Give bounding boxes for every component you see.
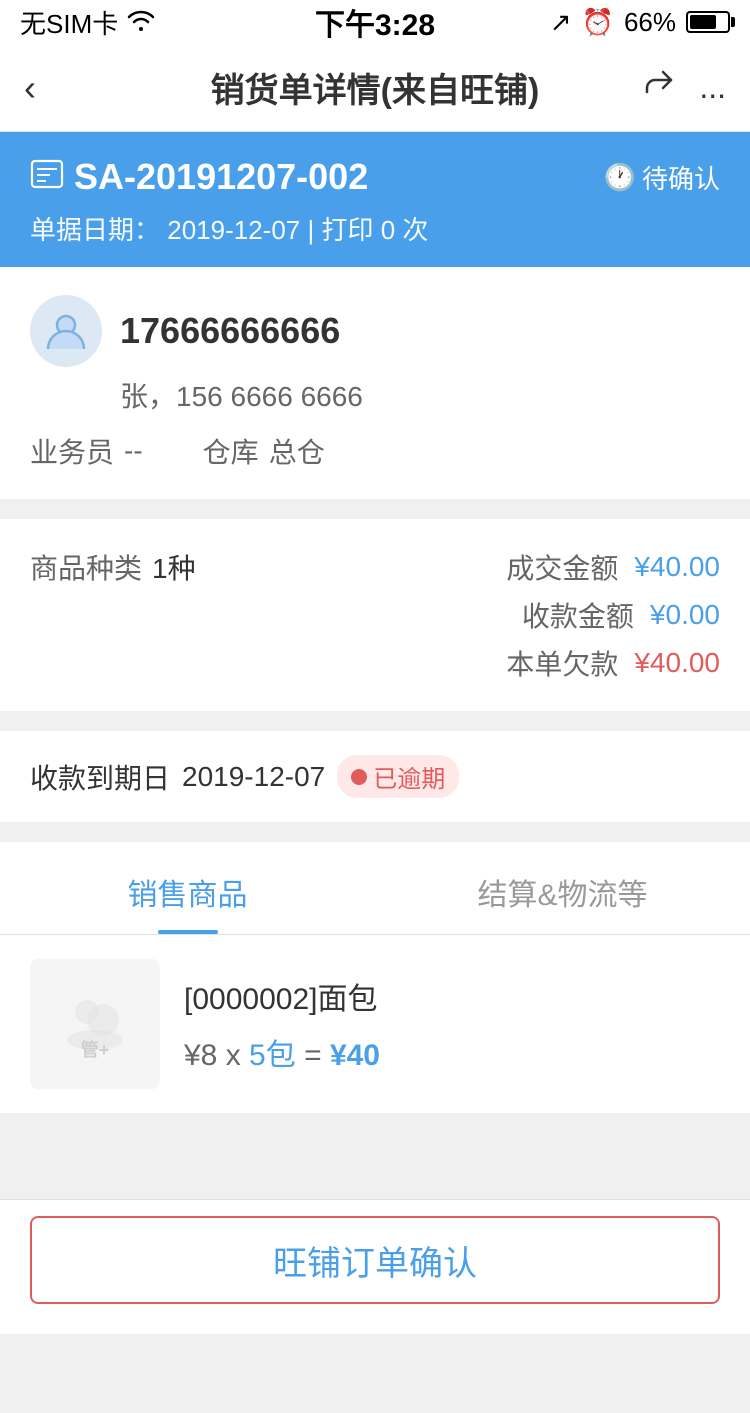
product-type-value: 1种 (152, 547, 196, 587)
battery-percent: 66% (624, 7, 676, 38)
received-amount-row: 收款金额 ¥0.00 (522, 595, 720, 635)
location-icon: ↗ (550, 7, 572, 38)
header-top: SA-20191207-002 🕐 待确认 (30, 156, 720, 198)
product-name: [0000002]面包 (184, 974, 720, 1018)
received-label: 收款金额 (522, 595, 634, 635)
divider-1 (0, 509, 750, 519)
deal-amount-label: 成交金额 (506, 547, 618, 587)
divider-3 (0, 832, 750, 842)
order-id: SA-20191207-002 (30, 156, 368, 198)
svg-text:管+: 管+ (81, 1039, 110, 1060)
header-meta: 单据日期： 2019-12-07 | 打印 0 次 (30, 210, 720, 247)
customer-phone: 17666666666 (120, 310, 340, 352)
divider-2 (0, 721, 750, 731)
summary-right: 成交金额 ¥40.00 收款金额 ¥0.00 本单欠款 ¥40.00 (506, 547, 720, 683)
overdue-dot-icon (351, 769, 367, 785)
warehouse-value: 总仓 (269, 431, 325, 471)
alarm-icon: ⏰ (582, 7, 614, 38)
share-button[interactable] (641, 67, 675, 109)
wifi-icon (126, 7, 156, 38)
bottom-bar: 旺铺订单确认 (0, 1199, 750, 1334)
warehouse-label: 仓库 (203, 431, 259, 471)
status-left: 无SIM卡 (20, 4, 156, 41)
clock-icon: 🕐 (604, 162, 636, 193)
sales-person: 业务员 -- (30, 431, 143, 471)
tab-settlement-logistics[interactable]: 结算&物流等 (375, 842, 750, 934)
customer-name: 张，156 6666 6666 (30, 375, 720, 415)
customer-row: 17666666666 (30, 295, 720, 367)
owed-amount-value: ¥40.00 (634, 647, 720, 679)
status-right: ↗ ⏰ 66% (550, 7, 730, 38)
product-price: ¥8 x 5包 = ¥40 (184, 1030, 720, 1074)
product-type-label: 商品种类 (30, 547, 142, 587)
owed-amount-row: 本单欠款 ¥40.00 (506, 643, 720, 683)
status-bar: 无SIM卡 下午3:28 ↗ ⏰ 66% (0, 0, 750, 44)
product-type-row: 商品种类 1种 (30, 547, 196, 587)
price-label: ¥8 x (184, 1039, 249, 1072)
avatar (30, 295, 102, 367)
owed-label: 本单欠款 (506, 643, 618, 683)
carrier-label: 无SIM卡 (20, 4, 118, 41)
customer-section: 17666666666 张，156 6666 6666 业务员 -- 仓库 总仓 (0, 267, 750, 509)
sales-label: 业务员 (30, 431, 114, 471)
product-row: 管+ [0000002]面包 ¥8 x 5包 = ¥40 (30, 959, 720, 1089)
sales-value: -- (124, 435, 143, 467)
confirm-order-button[interactable]: 旺铺订单确认 (30, 1216, 720, 1304)
more-button[interactable]: ... (699, 69, 726, 106)
due-date-label: 收款到期日 (30, 757, 170, 797)
deal-amount-row: 成交金额 ¥40.00 (506, 547, 720, 587)
order-header-card: SA-20191207-002 🕐 待确认 单据日期： 2019-12-07 |… (0, 132, 750, 267)
tabs-section: 销售商品 结算&物流等 (0, 842, 750, 935)
overdue-text: 已逾期 (373, 759, 445, 794)
product-qty: 5包 (249, 1039, 296, 1072)
due-date-value: 2019-12-07 (182, 761, 325, 793)
customer-meta: 业务员 -- 仓库 总仓 (30, 431, 720, 471)
summary-left: 商品种类 1种 (30, 547, 196, 587)
back-button[interactable]: ‹ (24, 67, 56, 109)
battery-icon (686, 11, 730, 33)
due-date-section: 收款到期日 2019-12-07 已逾期 (0, 731, 750, 832)
nav-bar: ‹ 销货单详情(来自旺铺) ... (0, 44, 750, 132)
product-info: [0000002]面包 ¥8 x 5包 = ¥40 (184, 974, 720, 1074)
product-total: ¥40 (330, 1039, 380, 1072)
order-id-icon (30, 156, 64, 198)
page-title: 销货单详情(来自旺铺) (211, 63, 540, 112)
tab-sales-products[interactable]: 销售商品 (0, 842, 375, 934)
nav-actions: ... (641, 67, 726, 109)
received-amount-value: ¥0.00 (650, 599, 720, 631)
product-section: 管+ [0000002]面包 ¥8 x 5包 = ¥40 (0, 935, 750, 1113)
summary-section: 商品种类 1种 成交金额 ¥40.00 收款金额 ¥0.00 本单欠款 ¥40.… (0, 519, 750, 721)
order-status: 🕐 待确认 (604, 159, 720, 196)
deal-amount-value: ¥40.00 (634, 551, 720, 583)
status-time: 下午3:28 (315, 0, 435, 44)
product-thumbnail: 管+ (30, 959, 160, 1089)
warehouse: 仓库 总仓 (203, 431, 325, 471)
overdue-badge: 已逾期 (337, 755, 459, 798)
